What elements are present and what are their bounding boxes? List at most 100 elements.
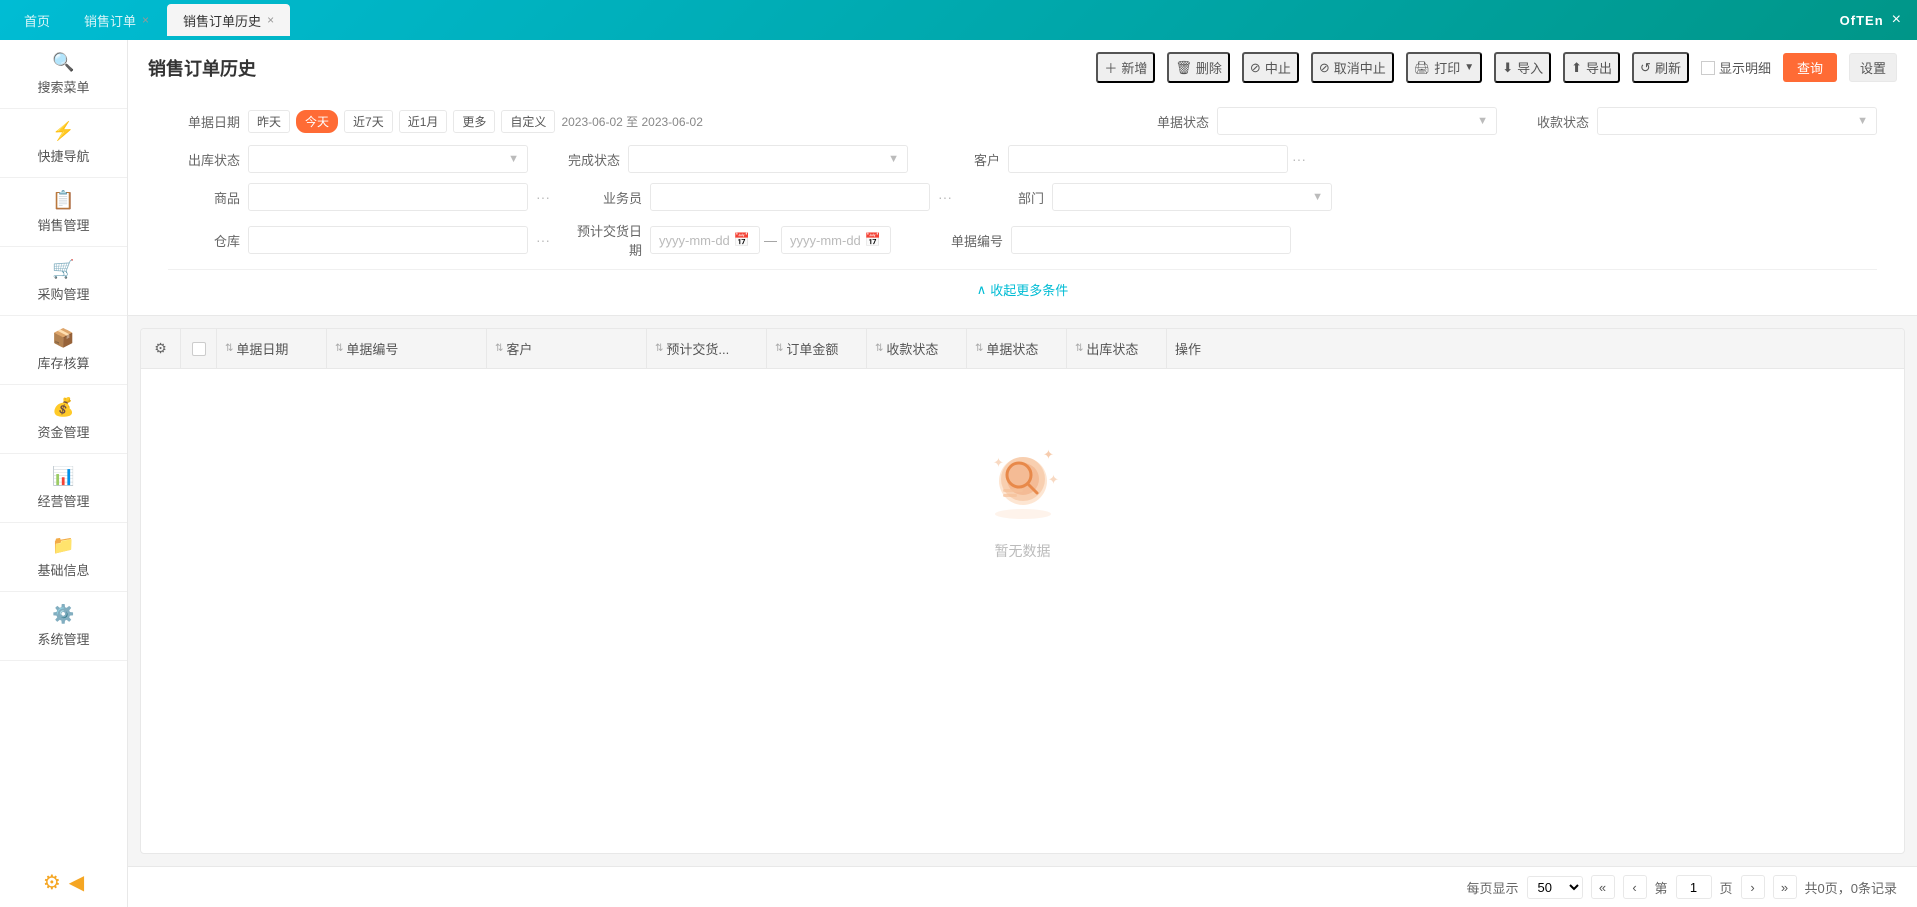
tab-sales-order-history[interactable]: 销售订单历史 × <box>167 4 290 36</box>
department-select[interactable]: ▼ <box>1052 183 1332 211</box>
date-range-text: 2023-06-02 至 2023-06-02 <box>561 113 702 130</box>
sidebar-item-sys-mgmt[interactable]: ⚙️ 系统管理 <box>0 592 127 661</box>
total-text: 共0页，0条记录 <box>1805 878 1897 897</box>
customer-dots-btn[interactable]: ··· <box>1292 151 1306 167</box>
print-btn[interactable]: 🖨 打印 ▼ <box>1406 52 1482 83</box>
current-page-input[interactable] <box>1676 875 1712 899</box>
product-label: 商品 <box>168 188 248 207</box>
cancel-stop-label: 取消中止 <box>1334 58 1386 77</box>
calendar-icon-to[interactable]: 📅 <box>865 232 881 248</box>
prev-page-btn[interactable]: ‹ <box>1623 875 1647 899</box>
warehouse-dots-btn[interactable]: ··· <box>536 232 550 248</box>
search-menu-icon: 🔍 <box>52 52 74 73</box>
warehouse-input[interactable] <box>248 226 528 254</box>
last-page-icon: » <box>1781 880 1788 895</box>
sidebar-item-search-menu[interactable]: 🔍 搜索菜单 <box>0 40 127 109</box>
th-out-status-sort[interactable]: ⇅ <box>1075 343 1083 354</box>
th-amount-sort[interactable]: ⇅ <box>775 343 783 354</box>
doc-status-select[interactable]: ▼ <box>1217 107 1497 135</box>
refresh-icon: ↺ <box>1640 60 1651 76</box>
date-1month-btn[interactable]: 近1月 <box>399 110 448 133</box>
column-settings-icon[interactable]: ⚙ <box>154 340 167 357</box>
delivery-date-to-text: yyyy-mm-dd <box>790 233 861 248</box>
th-customer-sort[interactable]: ⇅ <box>495 343 503 354</box>
th-docno-sort[interactable]: ⇅ <box>335 343 343 354</box>
delivery-date-from[interactable]: yyyy-mm-dd 📅 <box>650 226 760 254</box>
select-all-checkbox[interactable] <box>192 342 206 356</box>
doc-no-input[interactable] <box>1011 226 1291 254</box>
next-page-btn[interactable]: › <box>1741 875 1765 899</box>
sidebar-item-finance[interactable]: 💰 资金管理 <box>0 385 127 454</box>
page-size-select[interactable]: 50 10 20 100 <box>1527 876 1583 899</box>
collapse-arrow: ∧ <box>977 282 987 298</box>
product-dots-btn[interactable]: ··· <box>536 189 550 205</box>
finance-icon: 💰 <box>52 397 74 418</box>
th-check[interactable] <box>181 329 217 368</box>
content-area: 销售订单历史 ＋ 新增 🗑 删除 ⊘ 中止 ⊘ <box>128 40 1917 907</box>
collapse-btn[interactable]: ∧ 收起更多条件 <box>168 276 1877 303</box>
settings-btn[interactable]: 设置 <box>1849 53 1897 82</box>
th-docno: ⇅ 单据编号 <box>327 329 487 368</box>
sidebar-settings-btn[interactable]: ⚙ <box>43 870 61 895</box>
th-amount: ⇅ 订单金额 <box>767 329 867 368</box>
tab-sales-order[interactable]: 销售订单 × <box>68 4 165 36</box>
th-doc-status-sort[interactable]: ⇅ <box>975 343 983 354</box>
receipt-status-arrow: ▼ <box>1857 115 1868 127</box>
sidebar-item-operations[interactable]: 📊 经营管理 <box>0 454 127 523</box>
export-btn[interactable]: ⬆ 导出 <box>1563 52 1620 83</box>
display-detail-toggle[interactable]: 显示明细 <box>1701 58 1771 77</box>
date-custom-btn[interactable]: 自定义 <box>501 110 555 133</box>
sidebar-item-base-info[interactable]: 📁 基础信息 <box>0 523 127 592</box>
salesperson-input[interactable] <box>650 183 930 211</box>
last-page-btn[interactable]: » <box>1773 875 1797 899</box>
sidebar-item-purchase-mgmt[interactable]: 🛒 采购管理 <box>0 247 127 316</box>
display-detail-checkbox[interactable] <box>1701 61 1715 75</box>
sales-mgmt-icon: 📋 <box>52 190 74 211</box>
th-date-sort[interactable]: ⇅ <box>225 343 233 354</box>
sidebar-item-inventory[interactable]: 📦 库存核算 <box>0 316 127 385</box>
th-pay-status-sort[interactable]: ⇅ <box>875 343 883 354</box>
th-settings[interactable]: ⚙ <box>141 329 181 368</box>
delete-btn[interactable]: 🗑 删除 <box>1167 52 1230 83</box>
main-layout: 🔍 搜索菜单 ⚡ 快捷导航 📋 销售管理 🛒 采购管理 📦 库存核算 💰 资金管… <box>0 40 1917 907</box>
new-btn[interactable]: ＋ 新增 <box>1096 52 1155 83</box>
product-input[interactable] <box>248 183 528 211</box>
delivery-date-label: 预计交货日期 <box>570 221 650 259</box>
query-btn[interactable]: 查询 <box>1783 53 1837 82</box>
th-delivery-sort[interactable]: ⇅ <box>655 343 663 354</box>
sidebar-item-quick-nav-label: 快捷导航 <box>37 146 89 165</box>
refresh-btn[interactable]: ↺ 刷新 <box>1632 52 1689 83</box>
date-today-btn[interactable]: 今天 <box>296 110 338 133</box>
tab-home[interactable]: 首页 <box>8 4 66 36</box>
out-status-arrow: ▼ <box>508 153 519 165</box>
filter-row-4: 仓库 ··· 预计交货日期 yyyy-mm-dd 📅 — yyyy-mm-dd … <box>168 221 1877 259</box>
window-close-btn[interactable]: × <box>1892 11 1901 29</box>
tab-sales-order-history-close[interactable]: × <box>267 13 274 27</box>
th-docno-label: 单据编号 <box>346 339 398 358</box>
sidebar-item-operations-label: 经营管理 <box>37 491 89 510</box>
out-status-select[interactable]: ▼ <box>248 145 528 173</box>
date-more-btn[interactable]: 更多 <box>453 110 495 133</box>
sidebar-item-sales-mgmt[interactable]: 📋 销售管理 <box>0 178 127 247</box>
salesperson-dots-btn[interactable]: ··· <box>938 189 952 205</box>
cancel-stop-btn[interactable]: ⊘ 取消中止 <box>1311 52 1394 83</box>
customer-input[interactable] <box>1008 145 1288 173</box>
first-page-btn[interactable]: « <box>1591 875 1615 899</box>
receipt-status-select[interactable]: ▼ <box>1597 107 1877 135</box>
import-btn[interactable]: ⬇ 导入 <box>1494 52 1551 83</box>
sidebar-collapse-btn[interactable]: ◀ <box>69 870 84 895</box>
date-yesterday-btn[interactable]: 昨天 <box>248 110 290 133</box>
stop-btn[interactable]: ⊘ 中止 <box>1242 52 1299 83</box>
toolbar: ＋ 新增 🗑 删除 ⊘ 中止 ⊘ 取消中止 <box>1096 52 1897 83</box>
tab-sales-order-close[interactable]: × <box>142 13 149 27</box>
complete-status-select[interactable]: ▼ <box>628 145 908 173</box>
delivery-date-to[interactable]: yyyy-mm-dd 📅 <box>781 226 891 254</box>
date-7days-btn[interactable]: 近7天 <box>344 110 393 133</box>
page-label: 页 <box>1720 878 1733 897</box>
sidebar-item-quick-nav[interactable]: ⚡ 快捷导航 <box>0 109 127 178</box>
delete-icon: 🗑 <box>1175 60 1192 76</box>
import-icon: ⬇ <box>1502 60 1513 76</box>
doc-status-label: 单据状态 <box>1137 112 1217 131</box>
calendar-icon-from[interactable]: 📅 <box>734 232 750 248</box>
th-doc-status: ⇅ 单据状态 <box>967 329 1067 368</box>
